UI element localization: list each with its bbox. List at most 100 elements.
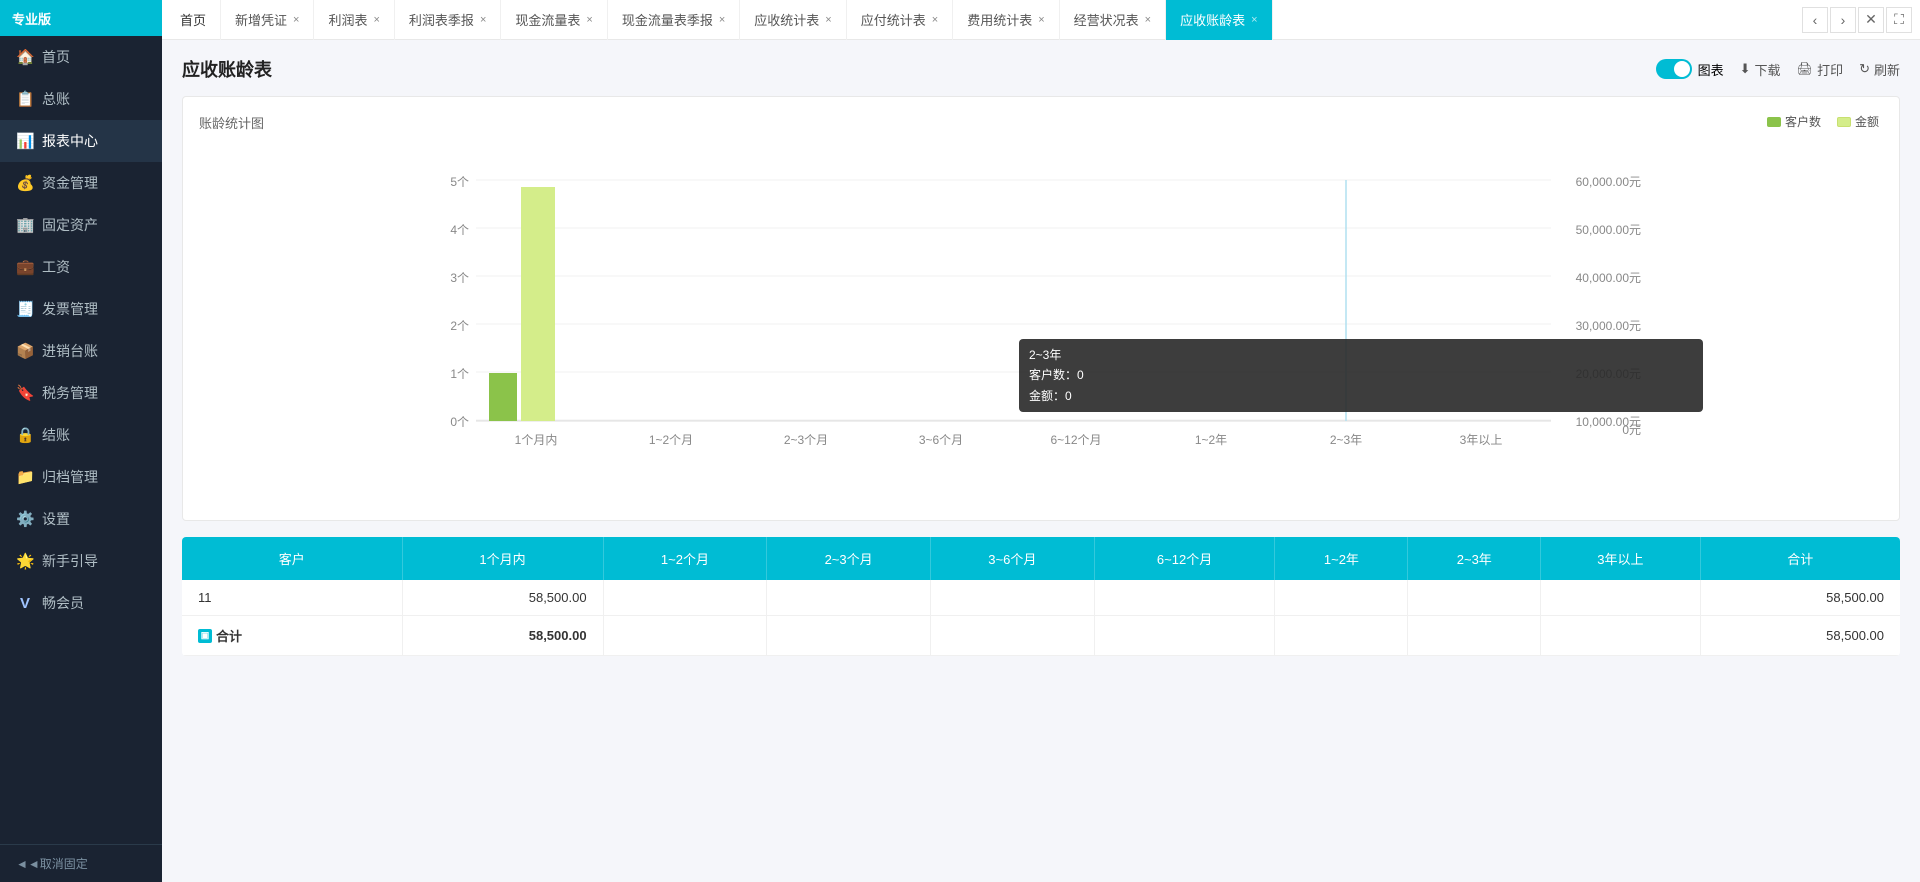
download-button[interactable]: ⬇ 下载	[1740, 60, 1781, 79]
tab-label-new-voucher: 新增凭证	[235, 10, 287, 29]
tab-new-voucher[interactable]: 新增凭证 ×	[221, 0, 314, 40]
sidebar-label-salary: 工资	[42, 257, 70, 277]
svg-text:20,000.00元: 20,000.00元	[1576, 367, 1641, 381]
col-header-y23: 2~3年	[1408, 537, 1541, 580]
sidebar-item-inout[interactable]: 📦 进销台账	[0, 330, 162, 372]
invoice-icon: 🧾	[16, 300, 34, 318]
sidebar-item-tax[interactable]: 🔖 税务管理	[0, 372, 162, 414]
tab-operations[interactable]: 经营状况表 ×	[1060, 0, 1166, 40]
table-total-row: ▣ 合计 58,500.00 58,500.00	[182, 616, 1900, 656]
chart-svg-wrap: 5个 4个 3个 2个 1个 0个 60,000.00元 50,000.00元 …	[199, 144, 1883, 504]
close-account-icon: 🔒	[16, 426, 34, 444]
legend-customer-label: 客户数	[1785, 113, 1821, 130]
cell-m23-1	[767, 580, 931, 616]
close-tab-cashflow[interactable]: ×	[586, 14, 592, 26]
chart-toggle[interactable]	[1656, 59, 1692, 79]
tab-profit-q[interactable]: 利润表季报 ×	[395, 0, 501, 40]
tab-home[interactable]: 首页	[166, 0, 221, 40]
sidebar-item-fixed[interactable]: 🏢 固定资产	[0, 204, 162, 246]
unpin-label: ◄◄取消固定	[16, 855, 88, 872]
sidebar-item-close[interactable]: 🔒 结账	[0, 414, 162, 456]
sidebar-item-home[interactable]: 🏠 首页	[0, 36, 162, 78]
col-header-m612: 6~12个月	[1094, 537, 1275, 580]
tab-cashflow[interactable]: 现金流量表 ×	[501, 0, 607, 40]
close-tab-ap-stats[interactable]: ×	[932, 14, 938, 26]
fixed-icon: 🏢	[16, 216, 34, 234]
sidebar-item-fund[interactable]: 💰 资金管理	[0, 162, 162, 204]
tabs-close-all-button[interactable]: ✕	[1858, 7, 1884, 33]
sidebar-item-guide[interactable]: 🌟 新手引导	[0, 540, 162, 582]
sidebar-item-vip[interactable]: V 畅会员	[0, 582, 162, 624]
sidebar-label-home: 首页	[42, 47, 70, 67]
app-logo: 专业版	[0, 0, 162, 36]
fund-icon: 💰	[16, 174, 34, 192]
sidebar-label-fund: 资金管理	[42, 173, 98, 193]
svg-text:2~3年: 2~3年	[1330, 433, 1362, 447]
svg-text:1~2年: 1~2年	[1195, 433, 1227, 447]
svg-text:4个: 4个	[450, 223, 469, 237]
close-tab-profit[interactable]: ×	[373, 14, 379, 26]
svg-text:6~12个月: 6~12个月	[1050, 433, 1101, 447]
refresh-button[interactable]: ↻ 刷新	[1859, 60, 1900, 79]
table-row: 11 58,500.00 58,500.00	[182, 580, 1900, 616]
download-icon: ⬇	[1740, 61, 1751, 77]
cell-total-total: 58,500.00	[1700, 616, 1900, 656]
legend-customer: 客户数	[1767, 113, 1821, 130]
chart-title: 账龄统计图	[199, 113, 1883, 132]
cell-y3plus-1	[1541, 580, 1700, 616]
sidebar-item-ledger[interactable]: 📋 总账	[0, 78, 162, 120]
svg-text:3年以上: 3年以上	[1460, 433, 1503, 447]
close-tab-expense[interactable]: ×	[1038, 14, 1044, 26]
sidebar-label-report: 报表中心	[42, 131, 98, 151]
cell-y12-1	[1275, 580, 1408, 616]
chart-toggle-label: 图表	[1698, 60, 1724, 79]
close-tab-ar-stats[interactable]: ×	[825, 14, 831, 26]
tab-ar-stats[interactable]: 应收统计表 ×	[740, 0, 846, 40]
svg-text:2个: 2个	[450, 319, 469, 333]
tabs-next-button[interactable]: ›	[1830, 7, 1856, 33]
cell-m36-1	[930, 580, 1094, 616]
cell-total-m36	[930, 616, 1094, 656]
close-tab-profit-q[interactable]: ×	[480, 14, 486, 26]
tab-label-ap-stats: 应付统计表	[861, 10, 926, 29]
sidebar-item-archive[interactable]: 📁 归档管理	[0, 456, 162, 498]
tabs-bar: 首页 新增凭证 × 利润表 × 利润表季报 × 现金流量表 × 现金流量表季报 …	[162, 0, 1920, 40]
tab-expense[interactable]: 费用统计表 ×	[953, 0, 1059, 40]
close-tab-cashflow-q[interactable]: ×	[719, 14, 725, 26]
tab-profit[interactable]: 利润表 ×	[314, 0, 394, 40]
svg-text:40,000.00元: 40,000.00元	[1576, 271, 1641, 285]
sidebar-label-ledger: 总账	[42, 89, 70, 109]
cell-m12-1	[603, 580, 767, 616]
close-tab-operations[interactable]: ×	[1145, 14, 1151, 26]
cell-customer-1: 11	[182, 580, 402, 616]
svg-text:60,000.00元: 60,000.00元	[1576, 175, 1641, 189]
svg-text:30,000.00元: 30,000.00元	[1576, 319, 1641, 333]
close-tab-new-voucher[interactable]: ×	[293, 14, 299, 26]
sidebar-item-salary[interactable]: 💼 工资	[0, 246, 162, 288]
sidebar-unpin-button[interactable]: ◄◄取消固定	[0, 844, 162, 882]
tabs-prev-button[interactable]: ‹	[1802, 7, 1828, 33]
close-tab-ar-aging[interactable]: ×	[1251, 14, 1257, 26]
col-header-m23: 2~3个月	[767, 537, 931, 580]
svg-text:3~6个月: 3~6个月	[919, 433, 963, 447]
main-content: 首页 新增凭证 × 利润表 × 利润表季报 × 现金流量表 × 现金流量表季报 …	[162, 0, 1920, 882]
tabs-maximize-button[interactable]: ⛶	[1886, 7, 1912, 33]
page-actions: 图表 ⬇ 下载 🖨 打印 ↻ 刷新	[1656, 59, 1900, 79]
sidebar-item-report[interactable]: 📊 报表中心	[0, 120, 162, 162]
tab-ar-aging[interactable]: 应收账龄表 ×	[1166, 0, 1272, 40]
svg-text:1个月内: 1个月内	[515, 433, 558, 447]
sidebar-label-tax: 税务管理	[42, 383, 98, 403]
print-label: 打印	[1817, 60, 1843, 79]
tab-ap-stats[interactable]: 应付统计表 ×	[847, 0, 953, 40]
svg-text:50,000.00元: 50,000.00元	[1576, 223, 1641, 237]
tab-label-expense: 费用统计表	[967, 10, 1032, 29]
svg-text:3个: 3个	[450, 271, 469, 285]
cell-total-m1: 58,500.00	[402, 616, 603, 656]
tab-cashflow-q[interactable]: 现金流量表季报 ×	[608, 0, 740, 40]
legend-customer-color	[1767, 117, 1781, 127]
tab-label-ar-stats: 应收统计表	[754, 10, 819, 29]
sidebar-item-settings[interactable]: ⚙️ 设置	[0, 498, 162, 540]
print-button[interactable]: 🖨 打印	[1797, 60, 1844, 79]
legend-amount-label: 金额	[1855, 113, 1879, 130]
sidebar-item-invoice[interactable]: 🧾 发票管理	[0, 288, 162, 330]
